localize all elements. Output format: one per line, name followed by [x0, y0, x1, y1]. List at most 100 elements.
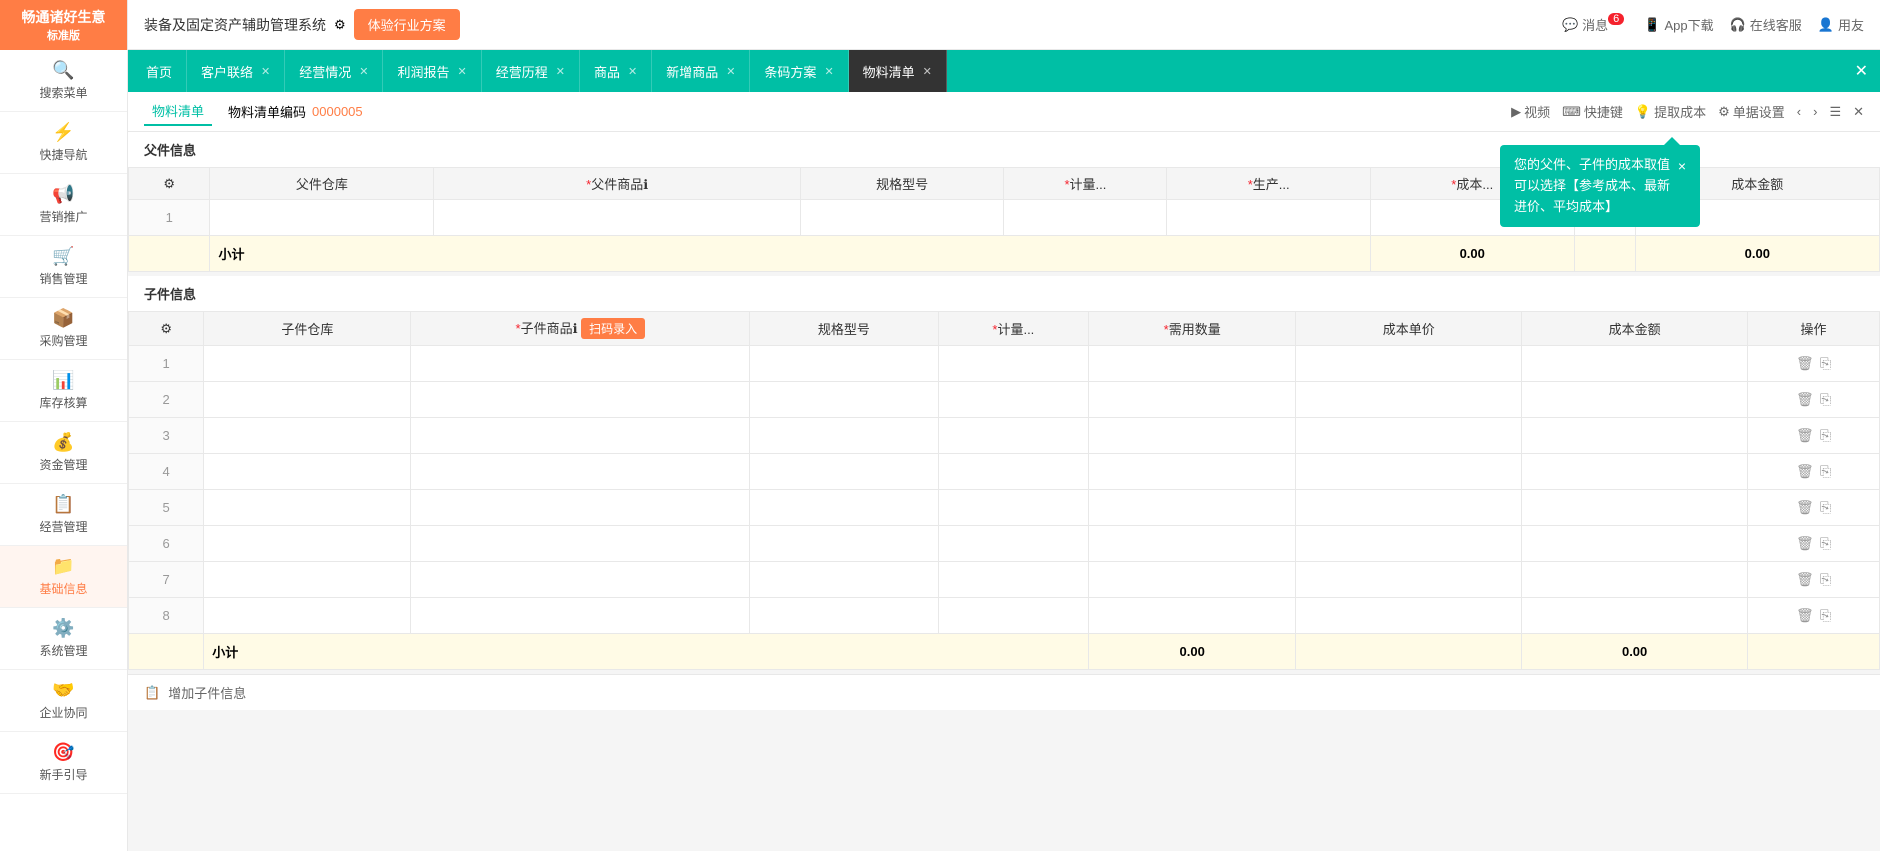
child-product-0[interactable] [411, 346, 750, 382]
child-qty-0[interactable] [1089, 346, 1296, 382]
delete-icon-5[interactable]: 🗑 [1796, 535, 1814, 552]
nav-tab-profit[interactable]: 利润报告✕ [383, 50, 481, 92]
copy-icon-5[interactable]: ⎘ [1820, 535, 1831, 552]
child-qty-3[interactable] [1089, 454, 1296, 490]
delete-icon-7[interactable]: 🗑 [1796, 607, 1814, 624]
child-unitcost-1[interactable] [1296, 382, 1522, 418]
sidebar-item-guide[interactable]: 🎯新手引导 [0, 732, 127, 794]
child-warehouse-1[interactable] [204, 382, 411, 418]
child-spec-3[interactable] [750, 454, 938, 490]
child-warehouse-7[interactable] [204, 598, 411, 634]
close-all-tabs-icon[interactable]: ✕ [1847, 61, 1876, 81]
child-qty-7[interactable] [1089, 598, 1296, 634]
nav-tab-biz-status[interactable]: 经营情况✕ [285, 50, 383, 92]
sidebar-item-inventory[interactable]: 📊库存核算 [0, 360, 127, 422]
parent-product-cell[interactable] [434, 200, 800, 236]
child-product-6[interactable] [411, 562, 750, 598]
sidebar-item-purchase[interactable]: 📦采购管理 [0, 298, 127, 360]
parent-mfg-cell[interactable] [1167, 200, 1371, 236]
grid-view-icon[interactable]: ☰ [1829, 104, 1841, 120]
sidebar-item-search[interactable]: 🔍搜索菜单 [0, 50, 127, 112]
parent-col-settings[interactable]: ⚙ [129, 168, 210, 200]
child-product-2[interactable] [411, 418, 750, 454]
child-qty-5[interactable] [1089, 526, 1296, 562]
copy-icon-0[interactable]: ⎘ [1820, 355, 1831, 372]
child-unit-4[interactable] [938, 490, 1089, 526]
video-action[interactable]: ▶ 视频 [1511, 102, 1550, 121]
single-setting-action[interactable]: ⚙ 单据设置 [1718, 102, 1785, 121]
child-unit-3[interactable] [938, 454, 1089, 490]
child-warehouse-5[interactable] [204, 526, 411, 562]
trial-button[interactable]: 体验行业方案 [354, 9, 460, 40]
copy-icon-2[interactable]: ⎘ [1820, 427, 1831, 444]
nav-tab-customer[interactable]: 客户联络✕ [187, 50, 285, 92]
nav-tab-close-barcode[interactable]: ✕ [824, 65, 833, 78]
app-download-item[interactable]: 📱 App下载 [1644, 15, 1713, 34]
child-product-1[interactable] [411, 382, 750, 418]
child-spec-4[interactable] [750, 490, 938, 526]
child-product-5[interactable] [411, 526, 750, 562]
child-unitcost-0[interactable] [1296, 346, 1522, 382]
child-qty-2[interactable] [1089, 418, 1296, 454]
child-unitcost-2[interactable] [1296, 418, 1522, 454]
sidebar-item-quick-nav[interactable]: ⚡快捷导航 [0, 112, 127, 174]
child-spec-6[interactable] [750, 562, 938, 598]
nav-tab-close-product[interactable]: ✕ [628, 65, 637, 78]
child-qty-1[interactable] [1089, 382, 1296, 418]
nav-next-icon[interactable]: › [1813, 104, 1817, 119]
child-unit-6[interactable] [938, 562, 1089, 598]
child-unit-7[interactable] [938, 598, 1089, 634]
child-unitcost-5[interactable] [1296, 526, 1522, 562]
sub-tab-list[interactable]: 物料清单 [144, 97, 212, 126]
delete-icon-1[interactable]: 🗑 [1796, 391, 1814, 408]
nav-tab-bom[interactable]: 物料清单✕ [849, 50, 947, 92]
copy-icon-3[interactable]: ⎘ [1820, 463, 1831, 480]
messages-item[interactable]: 💬 消息 6 [1562, 15, 1628, 34]
nav-tab-biz-history[interactable]: 经营历程✕ [482, 50, 580, 92]
parent-spec-cell[interactable] [800, 200, 1004, 236]
child-spec-1[interactable] [750, 382, 938, 418]
child-unitcost-6[interactable] [1296, 562, 1522, 598]
nav-tab-barcode[interactable]: 条码方案✕ [750, 50, 848, 92]
nav-tab-close-new-product[interactable]: ✕ [726, 65, 735, 78]
sidebar-item-basic[interactable]: 📁基础信息 [0, 546, 127, 608]
settings-icon[interactable]: ⚙ [334, 17, 346, 33]
close-doc-icon[interactable]: ✕ [1853, 104, 1864, 120]
shortcut-action[interactable]: ⌨ 快捷键 [1562, 102, 1623, 121]
sidebar-item-collab[interactable]: 🤝企业协同 [0, 670, 127, 732]
cost-action[interactable]: 💡 提取成本 [1635, 102, 1706, 121]
copy-icon-4[interactable]: ⎘ [1820, 499, 1831, 516]
delete-icon-3[interactable]: 🗑 [1796, 463, 1814, 480]
child-unit-1[interactable] [938, 382, 1089, 418]
child-unitcost-3[interactable] [1296, 454, 1522, 490]
child-qty-4[interactable] [1089, 490, 1296, 526]
sidebar-item-ops[interactable]: 📋经营管理 [0, 484, 127, 546]
child-spec-2[interactable] [750, 418, 938, 454]
child-product-7[interactable] [411, 598, 750, 634]
child-product-3[interactable] [411, 454, 750, 490]
user-item[interactable]: 👤 用友 [1818, 15, 1864, 34]
child-warehouse-2[interactable] [204, 418, 411, 454]
copy-icon-1[interactable]: ⎘ [1820, 391, 1831, 408]
delete-icon-0[interactable]: 🗑 [1796, 355, 1814, 372]
child-warehouse-6[interactable] [204, 562, 411, 598]
sidebar-item-marketing[interactable]: 📢营销推广 [0, 174, 127, 236]
child-spec-0[interactable] [750, 346, 938, 382]
sidebar-item-system[interactable]: ⚙️系统管理 [0, 608, 127, 670]
child-warehouse-0[interactable] [204, 346, 411, 382]
child-unit-0[interactable] [938, 346, 1089, 382]
sidebar-item-finance[interactable]: 💰资金管理 [0, 422, 127, 484]
parent-warehouse-cell[interactable] [210, 200, 434, 236]
child-warehouse-4[interactable] [204, 490, 411, 526]
copy-icon-6[interactable]: ⎘ [1820, 571, 1831, 588]
scan-input-button[interactable]: 扫码录入 [581, 318, 645, 339]
child-spec-5[interactable] [750, 526, 938, 562]
delete-icon-6[interactable]: 🗑 [1796, 571, 1814, 588]
child-unitcost-4[interactable] [1296, 490, 1522, 526]
nav-tab-close-profit[interactable]: ✕ [458, 65, 467, 78]
child-warehouse-3[interactable] [204, 454, 411, 490]
sidebar-item-sales[interactable]: 🛒销售管理 [0, 236, 127, 298]
delete-icon-4[interactable]: 🗑 [1796, 499, 1814, 516]
nav-tab-close-customer[interactable]: ✕ [261, 65, 270, 78]
child-col-settings[interactable]: ⚙ [129, 312, 204, 346]
